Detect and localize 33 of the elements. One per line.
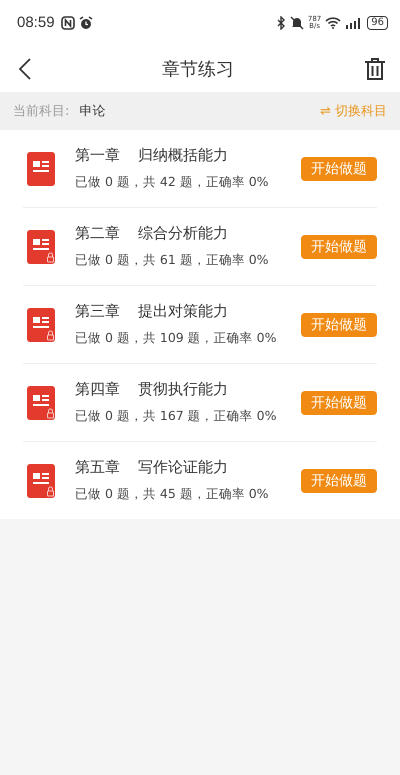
alarm-icon bbox=[78, 16, 93, 30]
chapter-number: 第四章 bbox=[75, 380, 120, 399]
battery-indicator: 96 bbox=[367, 16, 388, 30]
start-button[interactable]: 开始做题 bbox=[301, 312, 377, 336]
chapter-name: 提出对策能力 bbox=[138, 302, 228, 321]
nfc-icon bbox=[60, 16, 75, 30]
switch-subject-link[interactable]: ⇌ 切换科目 bbox=[320, 102, 387, 120]
chapter-number: 第三章 bbox=[75, 302, 120, 321]
start-button[interactable]: 开始做题 bbox=[301, 468, 377, 492]
page-title: 章节练习 bbox=[162, 58, 234, 80]
back-icon[interactable] bbox=[18, 56, 32, 80]
subject-name: 申论 bbox=[79, 103, 106, 120]
subject-label: 当前科目: bbox=[13, 103, 70, 120]
chapter-name: 归纳概括能力 bbox=[138, 146, 228, 165]
chapter-name: 综合分析能力 bbox=[138, 224, 228, 243]
chapter-stats: 已做 0 题，共 167 题，正确率 0% bbox=[75, 408, 278, 425]
chapter-stats: 已做 0 题，共 45 题，正确率 0% bbox=[75, 486, 270, 503]
chapter-number: 第五章 bbox=[75, 458, 120, 477]
chapter-name: 写作论证能力 bbox=[138, 458, 228, 477]
wifi-icon bbox=[325, 16, 342, 29]
chapter-number: 第一章 bbox=[75, 146, 120, 165]
bell-off-icon bbox=[290, 16, 304, 30]
start-button[interactable]: 开始做题 bbox=[301, 390, 377, 414]
chapter-stats: 已做 0 题，共 61 题，正确率 0% bbox=[75, 252, 270, 269]
bluetooth-icon bbox=[276, 16, 286, 30]
start-button[interactable]: 开始做题 bbox=[301, 156, 377, 180]
chapter-stats: 已做 0 题，共 42 题，正确率 0% bbox=[75, 174, 270, 191]
start-button[interactable]: 开始做题 bbox=[301, 234, 377, 258]
trash-icon[interactable] bbox=[364, 56, 386, 80]
status-time: 08:59 bbox=[17, 14, 55, 31]
chapter-number: 第二章 bbox=[75, 224, 120, 243]
chapter-stats: 已做 0 题，共 109 题，正确率 0% bbox=[75, 330, 278, 347]
chapter-name: 贯彻执行能力 bbox=[138, 380, 228, 399]
